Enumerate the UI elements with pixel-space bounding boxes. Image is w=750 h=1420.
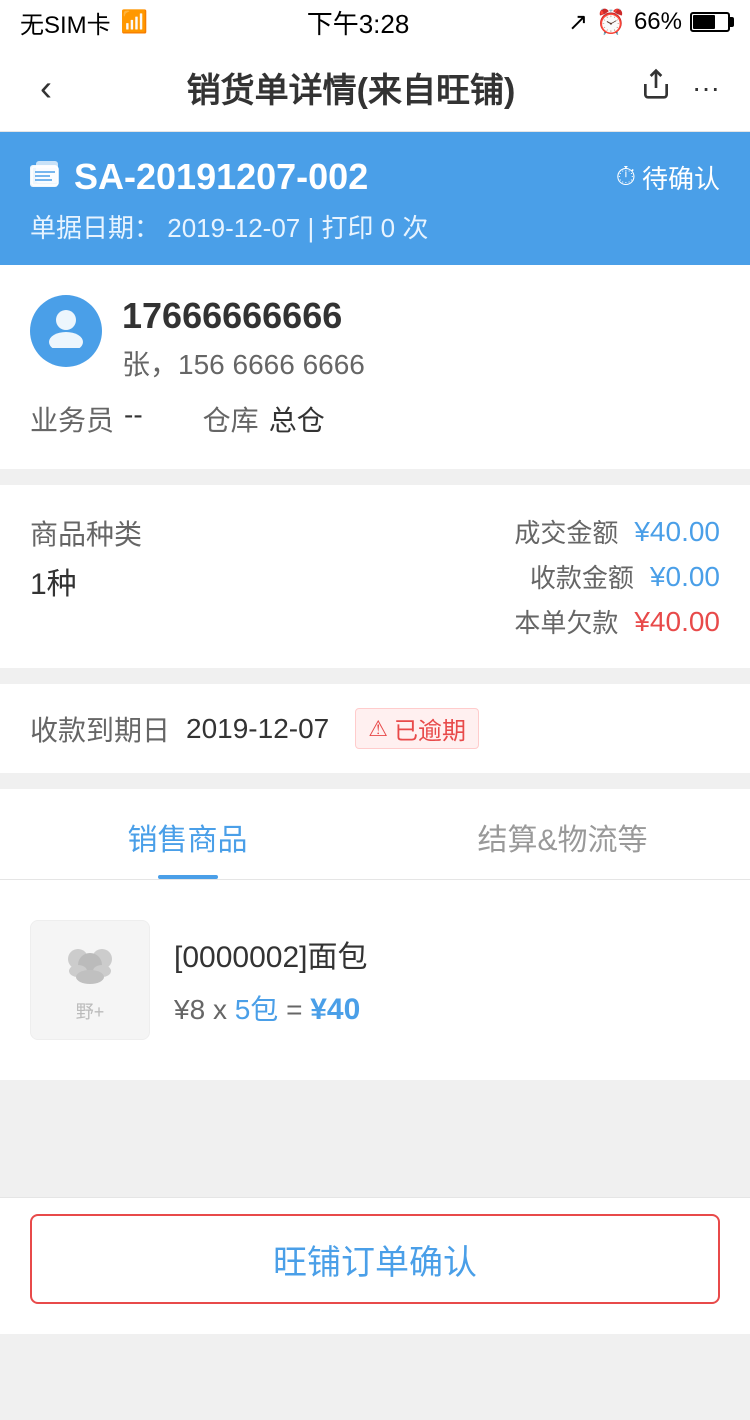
wifi-icon: 📶 <box>121 9 148 35</box>
product-section: 野+ [0000002]面包 ¥8 x 5包 = ¥40 <box>0 880 750 1080</box>
back-button[interactable]: ‹ <box>30 57 62 119</box>
product-type-value: 1种 <box>30 559 142 603</box>
page-title: 销货单详情(来自旺铺) <box>187 63 516 112</box>
order-id: SA-20191207-002 <box>30 156 368 198</box>
overdue-icon: ⚠ <box>368 716 388 742</box>
deal-amount-row: 成交金额 ¥40.00 <box>514 513 720 550</box>
avatar-icon <box>44 304 88 358</box>
order-status-badge: ⏱ 待确认 <box>616 159 720 196</box>
product-equals: = <box>286 994 310 1025</box>
product-price-row: ¥8 x 5包 = ¥40 <box>174 988 367 1028</box>
owed-amount-row: 本单欠款 ¥40.00 <box>514 603 720 640</box>
product-logo-icon <box>58 937 122 994</box>
salesperson-value: -- <box>124 399 143 439</box>
owed-amount-label: 本单欠款 <box>514 603 618 640</box>
product-name: [0000002]面包 <box>174 932 367 976</box>
summary-section: 商品种类 1种 成交金额 ¥40.00 收款金额 ¥0.00 本单欠款 ¥40.… <box>0 485 750 668</box>
product-qty: 5包 <box>235 994 279 1025</box>
status-right: ↗ ⏰ 66% <box>568 8 730 37</box>
received-amount-label: 收款金额 <box>530 558 634 595</box>
battery-label: 66% <box>634 8 682 36</box>
due-date-value: 2019-12-07 <box>186 713 329 745</box>
product-logo-text: 野+ <box>58 998 122 1024</box>
tabs-row: 销售商品 结算&物流等 <box>0 789 750 880</box>
product-thumbnail: 野+ <box>30 920 150 1040</box>
warehouse-label: 仓库 <box>203 399 259 439</box>
confirm-button[interactable]: 旺铺订单确认 <box>30 1214 720 1304</box>
customer-extra-row: 业务员 -- 仓库 总仓 <box>30 399 720 439</box>
due-date-section: 收款到期日 2019-12-07 ⚠ 已逾期 <box>0 684 750 773</box>
status-bar: 无SIM卡 📶 下午3:28 ↗ ⏰ 66% <box>0 0 750 44</box>
deal-amount-label: 成交金额 <box>514 513 618 550</box>
summary-left: 商品种类 1种 <box>30 513 142 603</box>
battery-icon <box>690 12 730 32</box>
received-amount-row: 收款金额 ¥0.00 <box>530 558 720 595</box>
customer-phone: 17666666666 <box>122 295 365 337</box>
product-type-label: 商品种类 <box>30 513 142 553</box>
carrier-label: 无SIM卡 <box>20 5 111 40</box>
bottom-bar: 旺铺订单确认 <box>0 1197 750 1334</box>
product-price: ¥8 <box>174 994 205 1025</box>
tabs-section: 销售商品 结算&物流等 <box>0 789 750 880</box>
customer-row: 17666666666 张，156 6666 6666 <box>30 295 720 383</box>
overdue-text: 已逾期 <box>394 711 466 746</box>
salesperson-label: 业务员 <box>30 399 114 439</box>
warehouse-item: 仓库 总仓 <box>203 399 325 439</box>
product-total: ¥40 <box>310 993 360 1026</box>
status-text: 待确认 <box>642 159 720 196</box>
due-date-label: 收款到期日 <box>30 709 170 749</box>
order-meta: 单据日期： 2019-12-07 | 打印 0 次 <box>30 208 720 245</box>
owed-amount-value: ¥40.00 <box>634 606 720 638</box>
customer-info: 17666666666 张，156 6666 6666 <box>122 295 365 383</box>
alarm-icon: ⏰ <box>596 8 626 37</box>
tab-sales-products[interactable]: 销售商品 <box>0 789 375 879</box>
more-button[interactable]: ··· <box>692 72 720 104</box>
product-multiply: x <box>213 994 235 1025</box>
nav-bar: ‹ 销货单详情(来自旺铺) ··· <box>0 44 750 132</box>
clock-icon: ⏱ <box>616 161 636 193</box>
tab-settlement-logistics[interactable]: 结算&物流等 <box>375 789 750 879</box>
warehouse-value: 总仓 <box>269 399 325 439</box>
customer-section: 17666666666 张，156 6666 6666 业务员 -- 仓库 总仓 <box>0 265 750 469</box>
received-amount-value: ¥0.00 <box>650 561 720 593</box>
status-left: 无SIM卡 📶 <box>20 5 148 40</box>
product-details: [0000002]面包 ¥8 x 5包 = ¥40 <box>174 932 367 1028</box>
summary-right: 成交金额 ¥40.00 收款金额 ¥0.00 本单欠款 ¥40.00 <box>514 513 720 640</box>
customer-name: 张，156 6666 6666 <box>122 343 365 383</box>
header-card-top: SA-20191207-002 ⏱ 待确认 <box>30 156 720 198</box>
avatar <box>30 295 102 367</box>
overdue-badge: ⚠ 已逾期 <box>355 708 479 749</box>
header-card: SA-20191207-002 ⏱ 待确认 单据日期： 2019-12-07 |… <box>0 132 750 265</box>
nav-actions: ··· <box>640 68 720 107</box>
product-row: 野+ [0000002]面包 ¥8 x 5包 = ¥40 <box>30 900 720 1060</box>
order-icon <box>30 156 64 198</box>
status-time: 下午3:28 <box>307 4 410 41</box>
deal-amount-value: ¥40.00 <box>634 516 720 548</box>
salesperson-item: 业务员 -- <box>30 399 143 439</box>
location-icon: ↗ <box>568 8 588 37</box>
share-button[interactable] <box>640 68 672 107</box>
